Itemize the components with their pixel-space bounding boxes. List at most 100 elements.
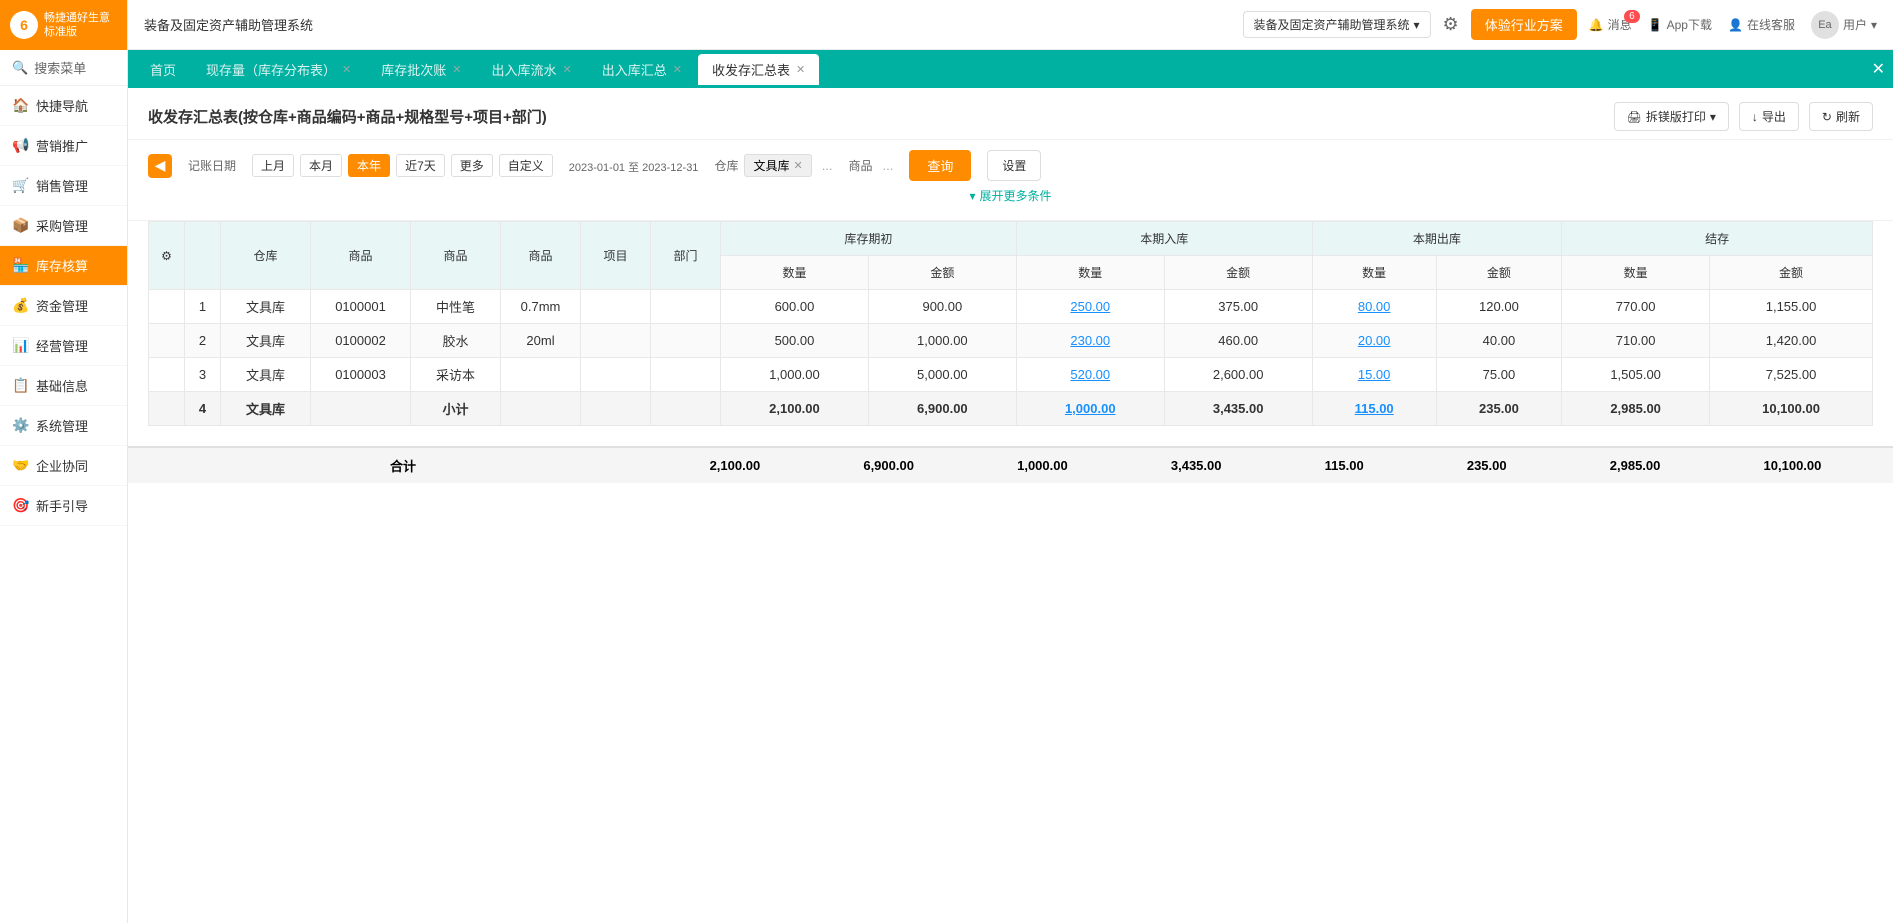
table-settings-icon[interactable]: ⚙ <box>161 249 172 263</box>
goods-label: 商品 <box>849 157 873 174</box>
page-header-actions: 🖨 拆镁版打印 ▾ ↓ 导出 ↻ 刷新 <box>1614 102 1873 131</box>
chevron-down-icon: ▾ <box>1871 18 1877 32</box>
date-btn-7days[interactable]: 近7天 <box>396 154 445 177</box>
sidebar-item-marketing[interactable]: 📢 营销推广 <box>0 126 127 166</box>
date-btn-last-month[interactable]: 上月 <box>252 154 294 177</box>
warehouse-filter: 仓库 文具库 ✕ ... <box>714 154 832 177</box>
tab-batch[interactable]: 库存批次账 ✕ <box>367 54 475 85</box>
refresh-icon: ↻ <box>1822 110 1832 124</box>
megaphone-icon: 📢 <box>12 137 28 154</box>
tab-inventory-dist[interactable]: 现存量（库存分布表） ✕ <box>192 54 365 85</box>
download-icon: 📱 <box>1648 18 1663 32</box>
footer-bal-amt: 10,100.00 <box>1764 458 1822 473</box>
tab-close-icon[interactable]: ✕ <box>563 63 572 76</box>
footer-bal-qty: 2,985.00 <box>1610 458 1661 473</box>
page-content: 收发存汇总表(按仓库+商品编码+商品+规格型号+项目+部门) 🖨 拆镁版打印 ▾… <box>128 88 1893 923</box>
main-content: 装备及固定资产辅助管理系统 装备及固定资产辅助管理系统 ▾ ⚙ 体验行业方案 🔔… <box>128 0 1893 923</box>
table-row: 2文具库0100002胶水20ml500.001,000.00230.00460… <box>149 324 1873 358</box>
in-qty-header: 数量 <box>1016 256 1164 290</box>
cart-icon: 🛒 <box>12 177 28 194</box>
col-spec-header: 商品 <box>501 222 581 290</box>
tab-close-icon[interactable]: ✕ <box>452 63 461 76</box>
col-dept-header: 部门 <box>651 222 721 290</box>
chevron-down-icon: ▾ <box>969 189 975 203</box>
sidebar-item-beginner[interactable]: 🎯 新手引导 <box>0 486 127 526</box>
service-icon: 👤 <box>1728 18 1743 32</box>
export-button[interactable]: ↓ 导出 <box>1739 102 1799 131</box>
table-row: 3文具库0100003采访本1,000.005,000.00520.002,60… <box>149 358 1873 392</box>
sidebar-item-basic-info[interactable]: 📋 基础信息 <box>0 366 127 406</box>
goods-filter: 商品 ... <box>849 157 894 174</box>
sidebar-search[interactable]: 🔍 搜索菜单 <box>0 50 127 86</box>
table-container: ⚙ 仓库 商品 商品 商品 项目 部门 库存期初 本期入库 本期出库 结存 <box>128 221 1893 446</box>
col-warehouse-header: 仓库 <box>221 222 311 290</box>
home-icon: 🏠 <box>12 97 28 114</box>
sidebar-item-operations[interactable]: 📊 经营管理 <box>0 326 127 366</box>
logo-text: 畅捷通好生意 标准版 <box>44 11 110 40</box>
tab-inout-flow[interactable]: 出入库流水 ✕ <box>477 54 585 85</box>
system-dropdown[interactable]: 装备及固定资产辅助管理系统 ▾ <box>1243 11 1431 38</box>
query-button[interactable]: 查询 <box>909 150 971 181</box>
messages-button[interactable]: 🔔 消息 6 <box>1589 16 1632 33</box>
filter-collapse-button[interactable]: ◀ <box>148 154 172 178</box>
tab-close-icon[interactable]: ✕ <box>673 63 682 76</box>
footer-in-amt: 3,435.00 <box>1171 458 1222 473</box>
out-amt-header: 金额 <box>1436 256 1562 290</box>
online-service-button[interactable]: 👤 在线客服 <box>1728 16 1795 33</box>
expand-more-button[interactable]: ▾ 展开更多条件 <box>148 181 1873 210</box>
close-all-tabs-icon[interactable]: ✕ <box>1872 59 1885 79</box>
logo-icon: 6 <box>10 11 38 39</box>
store-icon: 🏪 <box>12 257 28 274</box>
goods-more-button[interactable]: ... <box>883 158 894 173</box>
system-name: 装备及固定资产辅助管理系统 <box>144 15 1231 34</box>
user-menu[interactable]: Ea 用户 ▾ <box>1811 11 1877 39</box>
print-icon: 🖨 <box>1627 110 1642 124</box>
bal-amt-header: 金额 <box>1710 256 1873 290</box>
col-num-header <box>185 222 221 290</box>
begin-amt-header: 金额 <box>868 256 1016 290</box>
filter-row-1: ◀ 记账日期 上月 本月 本年 近7天 更多 自定义 2023-01-01 至 … <box>148 150 1873 181</box>
tab-recv-send-summary[interactable]: 收发存汇总表 ✕ <box>698 54 819 85</box>
col-settings-header: ⚙ <box>149 222 185 290</box>
sidebar-item-collab[interactable]: 🤝 企业协同 <box>0 446 127 486</box>
sidebar-item-finance[interactable]: 💰 资金管理 <box>0 286 127 326</box>
sidebar-item-sales[interactable]: 🛒 销售管理 <box>0 166 127 206</box>
settings-icon[interactable]: ⚙ <box>1443 14 1459 35</box>
col-period-in-header: 本期入库 <box>1016 222 1312 256</box>
table-row: 1文具库0100001中性笔0.7mm600.00900.00250.00375… <box>149 290 1873 324</box>
tab-close-icon[interactable]: ✕ <box>342 63 351 76</box>
sidebar-item-system[interactable]: ⚙️ 系统管理 <box>0 406 127 446</box>
date-range-display: 2023-01-01 至 2023-12-31 <box>569 159 699 175</box>
chevron-down-icon: ▾ <box>1710 110 1716 124</box>
footer-out-qty: 115.00 <box>1325 458 1364 473</box>
export-icon: ↓ <box>1752 110 1758 124</box>
tab-home[interactable]: 首页 <box>136 54 190 85</box>
warehouse-label: 仓库 <box>714 157 738 174</box>
topbar-right: 🔔 消息 6 📱 App下载 👤 在线客服 Ea 用户 ▾ <box>1589 11 1877 39</box>
target-icon: 🎯 <box>12 497 28 514</box>
remove-warehouse-icon[interactable]: ✕ <box>793 159 802 172</box>
footer-in-qty: 1,000.00 <box>1017 458 1068 473</box>
date-btn-more[interactable]: 更多 <box>451 154 493 177</box>
trial-button[interactable]: 体验行业方案 <box>1471 9 1577 40</box>
begin-qty-header: 数量 <box>721 256 869 290</box>
bell-icon: 🔔 <box>1589 18 1604 32</box>
sidebar-item-quick-nav[interactable]: 🏠 快捷导航 <box>0 86 127 126</box>
date-btn-custom[interactable]: 自定义 <box>499 154 553 177</box>
sidebar-item-purchase[interactable]: 📦 采购管理 <box>0 206 127 246</box>
tab-close-icon[interactable]: ✕ <box>796 63 805 76</box>
page-title: 收发存汇总表(按仓库+商品编码+商品+规格型号+项目+部门) <box>148 106 547 127</box>
col-project-header: 项目 <box>581 222 651 290</box>
warehouse-more-button[interactable]: ... <box>822 158 833 173</box>
money-icon: 💰 <box>12 297 28 314</box>
table-body: 1文具库0100001中性笔0.7mm600.00900.00250.00375… <box>149 290 1873 426</box>
box-icon: 📦 <box>12 217 28 234</box>
date-btn-this-year[interactable]: 本年 <box>348 154 390 177</box>
tab-inout-summary[interactable]: 出入库汇总 ✕ <box>588 54 696 85</box>
sidebar-item-inventory[interactable]: 🏪 库存核算 <box>0 246 127 286</box>
refresh-button[interactable]: ↻ 刷新 <box>1809 102 1873 131</box>
app-download-button[interactable]: 📱 App下载 <box>1648 16 1712 33</box>
date-btn-this-month[interactable]: 本月 <box>300 154 342 177</box>
filter-settings-button[interactable]: 设置 <box>987 150 1041 181</box>
print-button[interactable]: 🖨 拆镁版打印 ▾ <box>1614 102 1729 131</box>
